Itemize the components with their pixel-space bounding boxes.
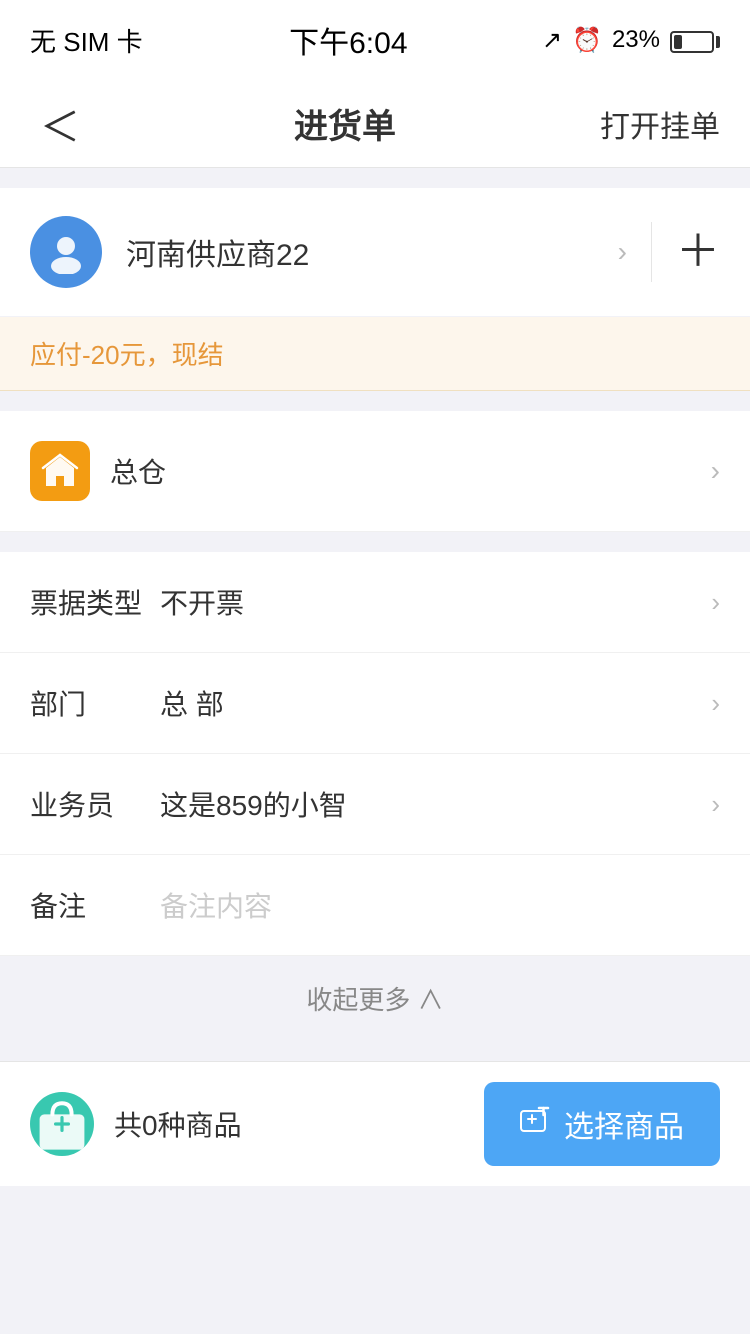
warehouse-chevron-icon: › bbox=[711, 455, 720, 487]
dept-value: 总 部 bbox=[160, 683, 701, 723]
open-pending-button[interactable]: 打开挂单 bbox=[600, 102, 720, 146]
supplier-section: 河南供应商22 › ＋ 应付-20元，现结 bbox=[0, 188, 750, 391]
status-right: ↗ ⏰ 23% bbox=[542, 25, 720, 56]
salesman-value: 这是859的小智 bbox=[160, 784, 701, 824]
battery-percent: 23% bbox=[612, 26, 660, 54]
section-gap-3 bbox=[0, 532, 750, 552]
salesman-row[interactable]: 业务员 这是859的小智 › bbox=[0, 754, 750, 855]
alarm-icon: ⏰ bbox=[572, 26, 602, 55]
status-left: 无 SIM 卡 bbox=[30, 22, 155, 59]
collapse-toggle[interactable]: 收起更多 ∧ bbox=[0, 956, 750, 1041]
form-section: 票据类型 不开票 › 部门 总 部 › 业务员 这是859的小智 › 备注 备注… bbox=[0, 552, 750, 956]
warehouse-name: 总仓 bbox=[110, 451, 711, 491]
status-bar: 无 SIM 卡 下午6:04 ↗ ⏰ 23% bbox=[0, 0, 750, 80]
section-gap-1 bbox=[0, 168, 750, 188]
back-button[interactable]: ＜ bbox=[30, 85, 90, 163]
warehouse-row[interactable]: 总仓 › bbox=[0, 411, 750, 532]
invoice-label: 票据类型 bbox=[30, 582, 160, 622]
page-title: 进货单 bbox=[294, 99, 396, 148]
notice-text: 应付-20元，现结 bbox=[30, 340, 224, 370]
remark-row[interactable]: 备注 备注内容 bbox=[0, 855, 750, 956]
battery-icon bbox=[670, 25, 720, 56]
section-gap-2 bbox=[0, 391, 750, 411]
dept-label: 部门 bbox=[30, 683, 160, 723]
invoice-value: 不开票 bbox=[160, 582, 701, 622]
invoice-row[interactable]: 票据类型 不开票 › bbox=[0, 552, 750, 653]
dept-row[interactable]: 部门 总 部 › bbox=[0, 653, 750, 754]
select-product-button[interactable]: 选择商品 bbox=[484, 1082, 720, 1166]
section-gap-4 bbox=[0, 1041, 750, 1061]
invoice-chevron-icon: › bbox=[711, 587, 720, 618]
remark-input[interactable]: 备注内容 bbox=[160, 885, 720, 925]
product-count: 共0种商品 bbox=[114, 1104, 484, 1144]
status-time: 下午6:04 bbox=[289, 18, 407, 62]
warehouse-icon-wrap bbox=[30, 441, 90, 501]
salesman-label: 业务员 bbox=[30, 784, 160, 824]
remark-label: 备注 bbox=[30, 885, 160, 925]
select-product-icon bbox=[520, 1106, 552, 1142]
supplier-row[interactable]: 河南供应商22 › ＋ bbox=[0, 188, 750, 317]
supplier-chevron-icon: › bbox=[618, 236, 627, 268]
bottom-bar: 共0种商品 选择商品 bbox=[0, 1061, 750, 1186]
select-product-label: 选择商品 bbox=[564, 1102, 684, 1146]
notice-bar: 应付-20元，现结 bbox=[0, 317, 750, 391]
supplier-name: 河南供应商22 bbox=[126, 230, 618, 274]
content: 河南供应商22 › ＋ 应付-20元，现结 总仓 › bbox=[0, 168, 750, 1186]
add-supplier-button[interactable]: ＋ bbox=[676, 230, 720, 274]
dept-chevron-icon: › bbox=[711, 688, 720, 719]
product-icon-wrap bbox=[30, 1092, 94, 1156]
location-icon: ↗ bbox=[542, 26, 562, 55]
collapse-label: 收起更多 ∧ bbox=[306, 980, 443, 1017]
supplier-divider bbox=[651, 222, 652, 282]
carrier-label: 无 SIM 卡 bbox=[30, 22, 143, 59]
salesman-chevron-icon: › bbox=[711, 789, 720, 820]
warehouse-section: 总仓 › bbox=[0, 411, 750, 532]
nav-bar: ＜ 进货单 打开挂单 bbox=[0, 80, 750, 168]
supplier-avatar bbox=[30, 216, 102, 288]
